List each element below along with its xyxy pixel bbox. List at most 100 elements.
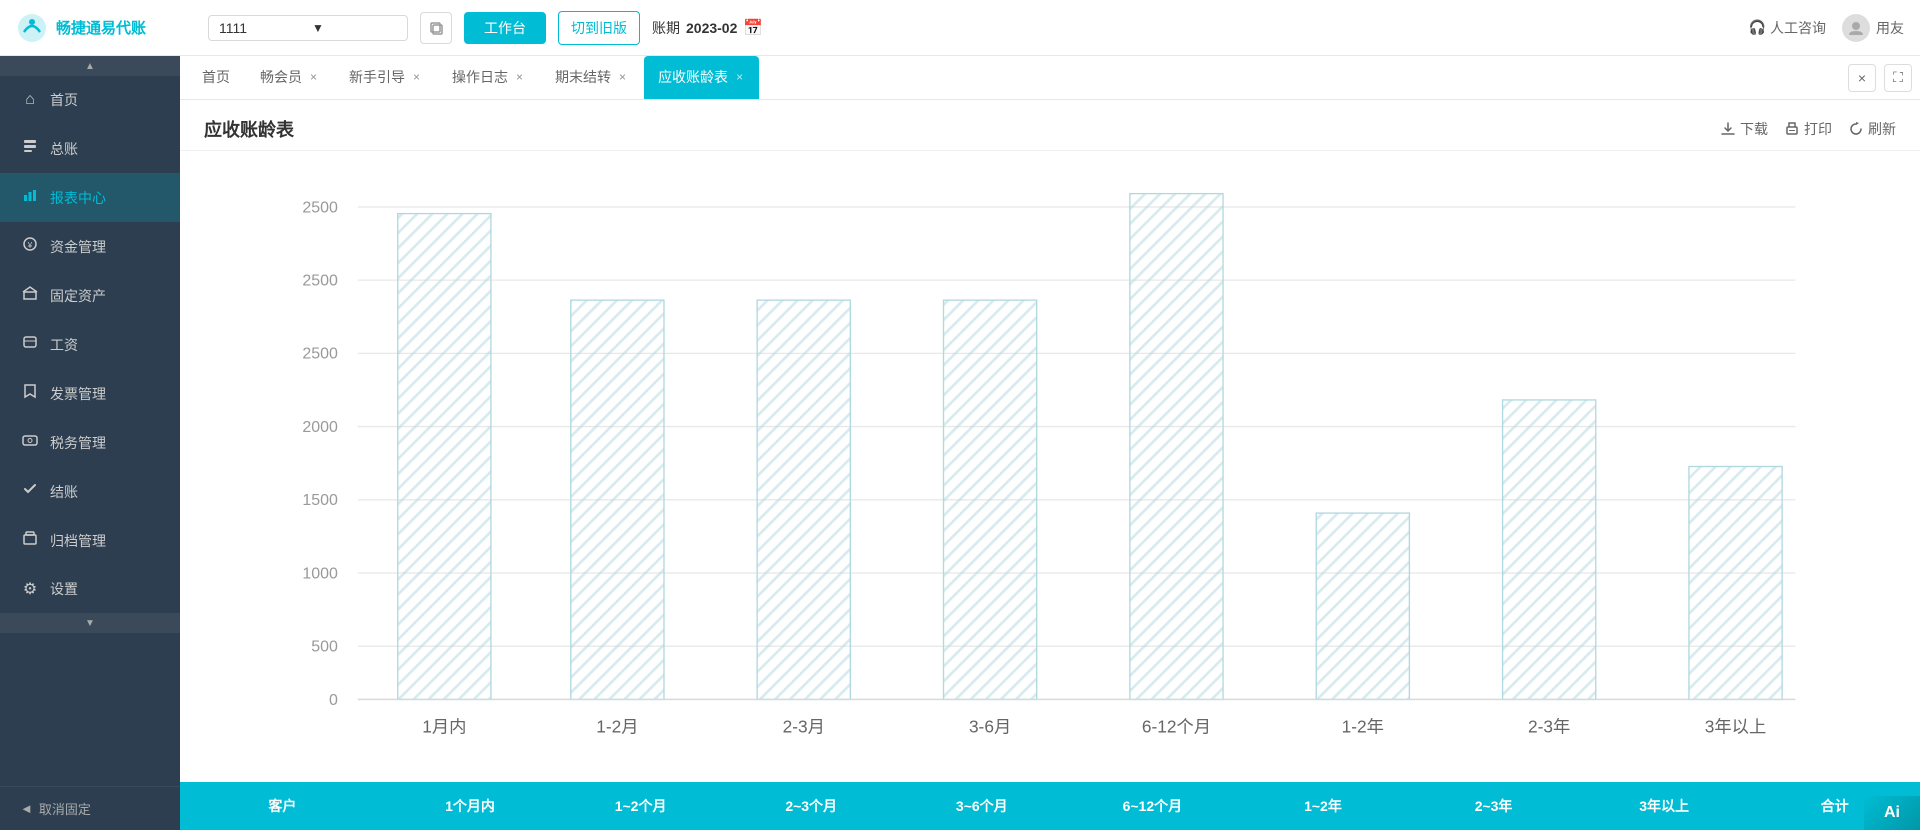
col-2-3y: 2~3年 (1408, 796, 1579, 816)
svg-text:2500: 2500 (302, 272, 338, 289)
tab-close-all-button[interactable]: × (1848, 64, 1876, 92)
sidebar-label-archive: 归档管理 (50, 531, 106, 551)
user-area[interactable]: 用友 (1842, 14, 1904, 42)
copy-button[interactable] (420, 12, 452, 44)
svg-text:1-2年: 1-2年 (1342, 717, 1384, 737)
logo-icon (16, 12, 48, 44)
chevron-down-icon: ▼ (312, 21, 397, 35)
calendar-icon[interactable]: 📅 (743, 18, 763, 38)
sidebar-item-settings[interactable]: ⚙ 设置 (0, 565, 180, 613)
page-header: 应收账龄表 下载 (180, 100, 1920, 151)
svg-text:6-12个月: 6-12个月 (1142, 717, 1211, 737)
page-actions: 下载 打印 (1720, 119, 1896, 139)
sidebar-label-settlement: 结账 (50, 482, 78, 502)
tab-home[interactable]: 首页 (188, 56, 244, 99)
svg-text:2000: 2000 (302, 419, 338, 436)
sidebar-item-fixed-assets[interactable]: 固定资产 (0, 271, 180, 320)
tab-operation-log[interactable]: 操作日志 × (438, 56, 539, 99)
period-value: 2023-02 (686, 20, 737, 36)
sidebar-item-invoice[interactable]: 发票管理 (0, 369, 180, 418)
print-icon (1784, 121, 1800, 137)
ai-badge[interactable]: Ai (1864, 796, 1920, 830)
col-1-2m: 1~2个月 (555, 796, 726, 816)
svg-text:2-3年: 2-3年 (1528, 717, 1570, 737)
content-area: 首页 畅会员 × 新手引导 × 操作日志 × 期末结转 × 应收账龄表 × (180, 56, 1920, 830)
svg-text:1月内: 1月内 (422, 717, 466, 737)
company-selector[interactable]: 1111 ▼ (208, 15, 408, 41)
refresh-button[interactable]: 刷新 (1848, 119, 1896, 139)
col-1m: 1个月内 (385, 796, 556, 816)
col-1-2y: 1~2年 (1238, 796, 1409, 816)
col-3y-plus: 3年以上 (1579, 796, 1750, 816)
tab-close-oplog[interactable]: × (514, 70, 525, 84)
workbench-button[interactable]: 工作台 (464, 12, 546, 44)
page-title: 应收账龄表 (204, 116, 294, 142)
col-2-3m: 2~3个月 (726, 796, 897, 816)
sidebar-item-reports[interactable]: 报表中心 (0, 173, 180, 222)
chart-container: 2500 2500 2500 2000 1500 1000 500 0 (180, 151, 1920, 782)
tab-label-guide: 新手引导 (349, 67, 405, 87)
consult-label: 人工咨询 (1770, 18, 1826, 38)
cancel-fixed-button[interactable]: ◄ 取消固定 (0, 787, 180, 830)
tab-close-guide[interactable]: × (411, 70, 422, 84)
sidebar-item-payroll[interactable]: 工资 (0, 320, 180, 369)
svg-text:1500: 1500 (302, 492, 338, 509)
tab-period-end[interactable]: 期末结转 × (541, 56, 642, 99)
switch-button[interactable]: 切到旧版 (558, 11, 640, 45)
copy-icon (428, 20, 444, 36)
tab-close-member[interactable]: × (308, 70, 319, 84)
tax-icon (20, 432, 40, 453)
logo-area: 畅捷通易代账 (16, 12, 196, 44)
settlement-icon (20, 481, 40, 502)
assets-icon (20, 285, 40, 306)
download-button[interactable]: 下载 (1720, 119, 1768, 139)
tab-aging[interactable]: 应收账龄表 × (644, 56, 759, 99)
svg-text:3年以上: 3年以上 (1705, 717, 1767, 737)
tab-member[interactable]: 畅会员 × (246, 56, 333, 99)
svg-text:3-6月: 3-6月 (969, 717, 1011, 737)
svg-text:2500: 2500 (302, 199, 338, 216)
sidebar-label-ledger: 总账 (50, 139, 78, 159)
sidebar-label-settings: 设置 (50, 579, 78, 599)
download-icon (1720, 121, 1736, 137)
table-header: 客户 1个月内 1~2个月 2~3个月 3~6个月 6~12个月 1~2年 2~… (180, 782, 1920, 830)
sidebar-item-home[interactable]: ⌂ 首页 (0, 76, 180, 124)
pin-icon: ◄ (20, 801, 33, 816)
col-customer: 客户 (180, 796, 385, 816)
avatar (1842, 14, 1870, 42)
sidebar-item-funds[interactable]: ¥ 资金管理 (0, 222, 180, 271)
tab-label-member: 畅会员 (260, 67, 302, 87)
sidebar-item-archive[interactable]: 归档管理 (0, 516, 180, 565)
sidebar-item-tax[interactable]: 税务管理 (0, 418, 180, 467)
ledger-icon (20, 138, 40, 159)
tab-close-aging[interactable]: × (734, 70, 745, 84)
sidebar-label-funds: 资金管理 (50, 237, 106, 257)
col-3-6m: 3~6个月 (896, 796, 1067, 816)
sidebar-scroll-down[interactable]: ▼ (0, 613, 180, 633)
page-content: 应收账龄表 下载 (180, 100, 1920, 830)
refresh-label: 刷新 (1868, 119, 1896, 139)
top-header: 畅捷通易代账 1111 ▼ 工作台 切到旧版 账期 2023-02 📅 🎧 人工… (0, 0, 1920, 56)
svg-text:1-2月: 1-2月 (596, 717, 638, 737)
svg-text:1000: 1000 (302, 565, 338, 582)
sidebar-item-settlement[interactable]: 结账 (0, 467, 180, 516)
print-button[interactable]: 打印 (1784, 119, 1832, 139)
tab-actions: × ⛶ (1848, 64, 1912, 92)
sidebar-scroll-up[interactable]: ▲ (0, 56, 180, 76)
tab-guide[interactable]: 新手引导 × (335, 56, 436, 99)
cancel-fixed-label: 取消固定 (39, 799, 91, 818)
refresh-icon (1848, 121, 1864, 137)
svg-text:2500: 2500 (302, 346, 338, 363)
tab-close-period[interactable]: × (617, 70, 628, 84)
sidebar-label-tax: 税务管理 (50, 433, 106, 453)
payroll-icon (20, 334, 40, 355)
consult-button[interactable]: 🎧 人工咨询 (1749, 18, 1826, 38)
user-label: 用友 (1876, 18, 1904, 38)
sidebar-item-general-ledger[interactable]: 总账 (0, 124, 180, 173)
svg-text:2-3月: 2-3月 (783, 717, 825, 737)
main-layout: ▲ ⌂ 首页 总账 报表中心 ¥ 资金管理 固定资产 (0, 56, 1920, 830)
sidebar-label-home: 首页 (50, 90, 78, 110)
sidebar-bottom: ◄ 取消固定 (0, 786, 180, 830)
reports-icon (20, 187, 40, 208)
tab-fullscreen-button[interactable]: ⛶ (1884, 64, 1912, 92)
